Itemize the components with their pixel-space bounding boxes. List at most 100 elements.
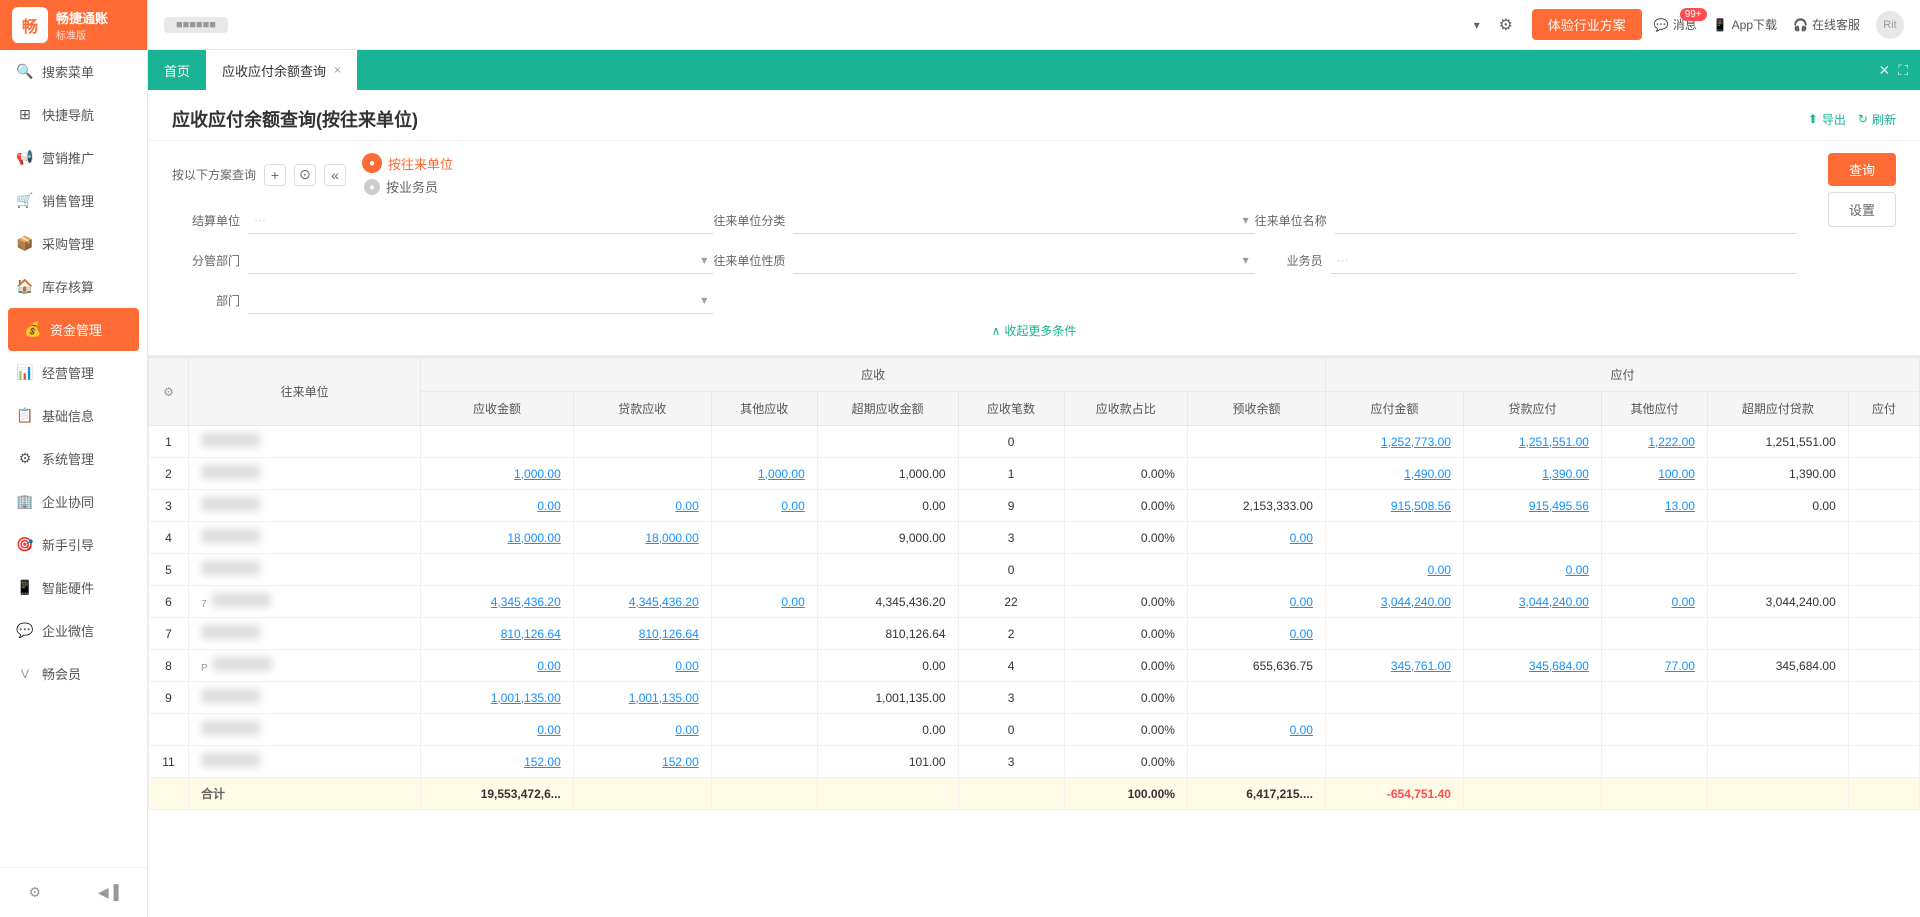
table-settings-icon[interactable]: ⚙ [163, 385, 174, 399]
topbar-dropdown[interactable]: ▾ [1474, 18, 1480, 32]
refresh-icon: ↻ [1858, 112, 1868, 126]
chevron-down-icon3: ▾ [1243, 253, 1249, 267]
system-icon: ⚙ [16, 450, 34, 468]
sidebar-item-quicknav[interactable]: ⊞ 快捷导航 [0, 93, 147, 136]
salesperson-label: 业务员 [1255, 252, 1323, 269]
sidebar-item-finance[interactable]: 💰 资金管理 [8, 308, 139, 351]
tab-close-window-btn[interactable]: ✕ [1878, 62, 1890, 79]
sidebar-item-inventory[interactable]: 🏠 库存核算 [0, 265, 147, 308]
query-btn[interactable]: 查询 [1828, 153, 1896, 186]
topbar-gear-btn[interactable]: ⚙ [1492, 11, 1520, 39]
message-icon: 💬 [1654, 18, 1669, 32]
overdue-receivable-header: 超期应收金额 [817, 392, 958, 426]
sidebar-item-basics[interactable]: 📋 基础信息 [0, 394, 147, 437]
table-row: 2 1,000.00 1,000.00 1,000.00 1 0.00% 1,4… [149, 458, 1920, 490]
settlement-unit-input[interactable]: ··· [248, 206, 713, 234]
settings-bottom-btn[interactable]: ⚙ [20, 876, 49, 909]
sidebar-item-operation[interactable]: 📊 经营管理 [0, 351, 147, 394]
summary-prepaid-balance: 6,417,215.... [1187, 778, 1325, 810]
chevron-down-icon2: ▾ [701, 253, 707, 267]
message-badge: 99+ [1680, 8, 1707, 21]
tab-maximize-btn[interactable]: ⛶ [1898, 62, 1908, 79]
wechat-icon: 💬 [16, 622, 34, 640]
field-counterpart-name: 往来单位名称 [1255, 206, 1796, 234]
field-counterpart-category: 往来单位分类 ▾ [713, 206, 1254, 234]
summary-label: 合计 [189, 778, 421, 810]
table-row: 7 810,126.64 810,126.64 810,126.64 2 0.0… [149, 618, 1920, 650]
field-dept: 部门 ▾ [172, 286, 713, 314]
sidebar-item-sales[interactable]: 🛒 销售管理 [0, 179, 147, 222]
topbar-right: 💬 消息 99+ 📱 App下载 🎧 在线客服 Rit [1654, 11, 1904, 39]
settlement-unit-label: 结算单位 [172, 212, 240, 229]
counterpart-col-header: 往来单位 [189, 358, 421, 426]
query-option-by-salesperson[interactable]: ● 按业务员 [364, 177, 453, 196]
sidebar-item-hardware[interactable]: 📱 智能硬件 [0, 566, 147, 609]
payable-amount-cell: 1,252,773.00 [1325, 426, 1463, 458]
refresh-btn[interactable]: ↻ 刷新 [1858, 111, 1896, 128]
receivable-count-header: 应收笔数 [958, 392, 1064, 426]
table-row: 3 0.00 0.00 0.00 0.00 9 0.00% 2,153,333.… [149, 490, 1920, 522]
sidebar-item-search[interactable]: 🔍 搜索菜单 [0, 50, 147, 93]
filter-action-btns: 查询 设置 [1828, 153, 1896, 227]
solution-btn[interactable]: 体验行业方案 [1532, 9, 1642, 40]
app-download-btn[interactable]: 📱 App下载 [1713, 16, 1777, 33]
sidebar-item-member[interactable]: V 畅会员 [0, 652, 147, 695]
loan-payable-header: 贷款应付 [1463, 392, 1601, 426]
field-counterpart-nature: 往来单位性质 ▾ [713, 246, 1254, 274]
field-settlement-unit: 结算单位 ··· [172, 206, 713, 234]
sidebar-item-collab[interactable]: 🏢 企业协同 [0, 480, 147, 523]
salesperson-input[interactable]: ··· [1331, 246, 1796, 274]
setting-btn[interactable]: 设置 [1828, 192, 1896, 227]
counterpart-cell [189, 426, 421, 458]
sidebar-item-system[interactable]: ⚙ 系统管理 [0, 437, 147, 480]
user-avatar[interactable]: Rit [1876, 11, 1904, 39]
sidebar-item-marketing[interactable]: 📢 营销推广 [0, 136, 147, 179]
loan-receivable-cell [573, 426, 711, 458]
receivable-amount-header: 应收金额 [421, 392, 574, 426]
counterpart-name-label: 往来单位名称 [1255, 212, 1327, 229]
counterpart-category-input[interactable]: ▾ [793, 206, 1254, 234]
inactive-option-icon: ● [364, 179, 380, 195]
salesperson-dots: ··· [1337, 253, 1349, 267]
dept-input[interactable]: ▾ [248, 286, 713, 314]
sidebar-item-guide[interactable]: 🎯 新手引导 [0, 523, 147, 566]
message-btn[interactable]: 💬 消息 99+ [1654, 16, 1697, 33]
filter-collapse-btn[interactable]: « [324, 164, 346, 186]
sales-icon: 🛒 [16, 192, 34, 210]
prepaid-balance-cell [1187, 426, 1325, 458]
quicknav-icon: ⊞ [16, 106, 34, 124]
tabbar: 首页 应收应付余额查询 × ✕ ⛶ [148, 50, 1920, 90]
page-header: 应收应付余额查询(按往来单位) ⬆ 导出 ↻ 刷新 [148, 90, 1920, 141]
filter-target-btn[interactable]: ⊙ [294, 164, 316, 186]
prepaid-balance-header: 预收余额 [1187, 392, 1325, 426]
company-name: ■■■■■■ [164, 17, 228, 33]
query-option-by-unit[interactable]: ● 按往来单位 [362, 153, 453, 173]
table-row: 8 P 0.00 0.00 0.00 4 0.00% 655,636.75 34… [149, 650, 1920, 682]
table-row: 11 152.00 152.00 101.00 3 0.00% [149, 746, 1920, 778]
payable-amount-header: 应付金额 [1325, 392, 1463, 426]
sidebar-item-wechat[interactable]: 💬 企业微信 [0, 609, 147, 652]
branch-dept-input[interactable]: ▾ [248, 246, 713, 274]
collapse-btn[interactable]: ◀▐ [90, 876, 127, 909]
tab-home[interactable]: 首页 [148, 50, 206, 90]
tab-close-btn[interactable]: × [334, 63, 341, 77]
chevron-down-icon4: ▾ [701, 293, 707, 307]
export-btn[interactable]: ⬆ 导出 [1808, 111, 1846, 128]
filter-add-btn[interactable]: + [264, 164, 286, 186]
receivable-ratio-header: 应收款占比 [1064, 392, 1187, 426]
tab-ar-ap[interactable]: 应收应付余额查询 × [206, 50, 357, 90]
active-option-icon: ● [362, 153, 382, 173]
summary-receivable-ratio: 100.00% [1064, 778, 1187, 810]
collapse-more-btn[interactable]: ∧ 收起更多条件 [172, 314, 1896, 343]
overdue-payable-cell: 1,251,551.00 [1707, 426, 1848, 458]
table-row: 0.00 0.00 0.00 0 0.00% 0.00 [149, 714, 1920, 746]
main-area: ■■■■■■ ▾ ⚙ 体验行业方案 💬 消息 99+ 📱 App下载 🎧 在线客… [148, 0, 1920, 917]
payable-group-header: 应付 [1325, 358, 1919, 392]
table-row: 1 0 1,252,773.00 1,251,551.00 1,222.00 1… [149, 426, 1920, 458]
online-service-btn[interactable]: 🎧 在线客服 [1793, 16, 1860, 33]
counterpart-nature-input[interactable]: ▾ [793, 246, 1254, 274]
app-name: 畅捷通账 [56, 8, 108, 27]
sidebar-item-purchase[interactable]: 📦 采购管理 [0, 222, 147, 265]
counterpart-name-input[interactable] [1335, 206, 1796, 234]
counterpart-nature-label: 往来单位性质 [713, 252, 785, 269]
